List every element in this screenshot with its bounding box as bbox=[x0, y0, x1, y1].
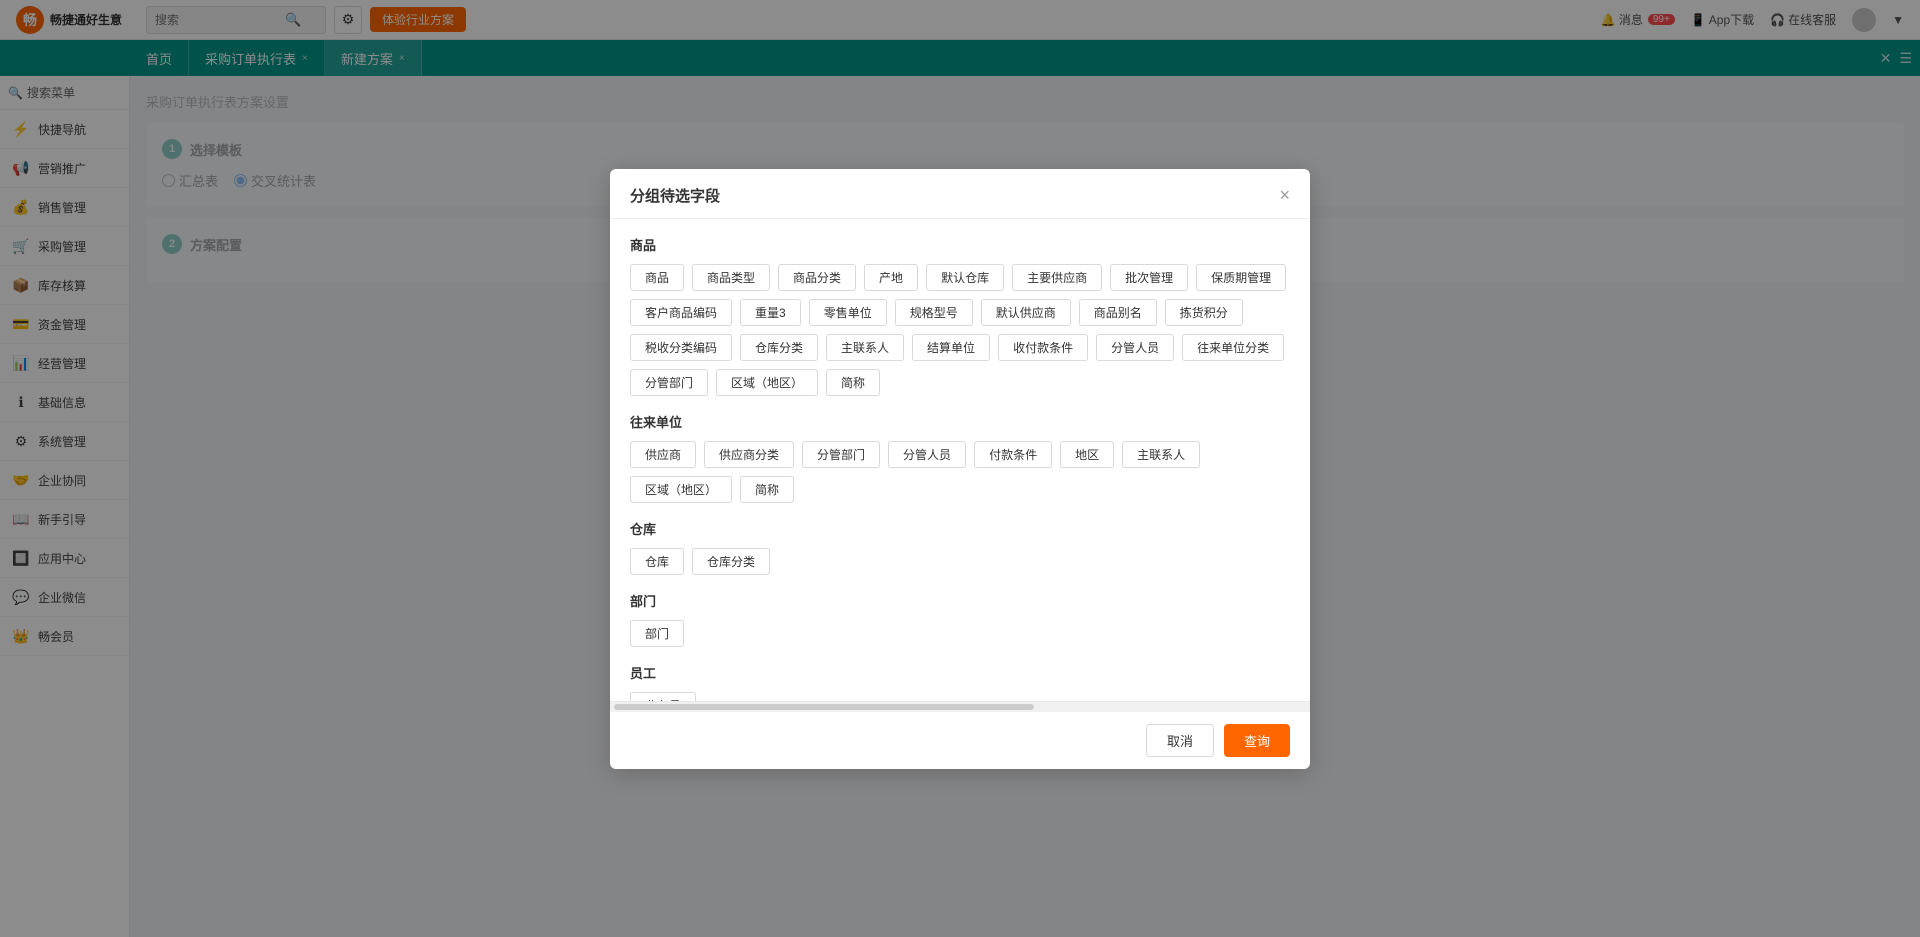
field-tag[interactable]: 供应商 bbox=[630, 441, 696, 468]
field-tag[interactable]: 仓库分类 bbox=[740, 334, 818, 361]
field-tag[interactable]: 产地 bbox=[864, 264, 918, 291]
field-tag[interactable]: 规格型号 bbox=[895, 299, 973, 326]
field-tag[interactable]: 收付款条件 bbox=[998, 334, 1088, 361]
section-warehouse-tags: 仓库 仓库分类 bbox=[630, 548, 1290, 575]
section-warehouse: 仓库 仓库 仓库分类 bbox=[630, 519, 1290, 575]
field-tag[interactable]: 主要供应商 bbox=[1012, 264, 1102, 291]
field-tag[interactable]: 批次管理 bbox=[1110, 264, 1188, 291]
field-tag[interactable]: 商品 bbox=[630, 264, 684, 291]
field-tag[interactable]: 区域（地区） bbox=[630, 476, 732, 503]
field-tag[interactable]: 主联系人 bbox=[1122, 441, 1200, 468]
field-tag[interactable]: 分管部门 bbox=[630, 369, 708, 396]
field-tag[interactable]: 付款条件 bbox=[974, 441, 1052, 468]
section-goods-title: 商品 bbox=[630, 235, 1290, 254]
modal-overlay: 分组待选字段 × 商品 商品 商品类型 商品分类 产地 默认仓库 主要供应商 批… bbox=[0, 0, 1920, 937]
field-tag[interactable]: 税收分类编码 bbox=[630, 334, 732, 361]
field-tag[interactable]: 仓库 bbox=[630, 548, 684, 575]
field-select-modal: 分组待选字段 × 商品 商品 商品类型 商品分类 产地 默认仓库 主要供应商 批… bbox=[610, 169, 1310, 769]
section-employee-tags: 业务员 bbox=[630, 692, 1290, 701]
field-tag[interactable]: 零售单位 bbox=[809, 299, 887, 326]
section-partner-title: 往来单位 bbox=[630, 412, 1290, 431]
section-department: 部门 部门 bbox=[630, 591, 1290, 647]
modal-hscroll-thumb bbox=[614, 704, 1034, 710]
field-tag[interactable]: 地区 bbox=[1060, 441, 1114, 468]
field-tag[interactable]: 重量3 bbox=[740, 299, 801, 326]
field-tag[interactable]: 默认供应商 bbox=[981, 299, 1071, 326]
field-tag[interactable]: 拣货积分 bbox=[1165, 299, 1243, 326]
field-tag[interactable]: 供应商分类 bbox=[704, 441, 794, 468]
field-tag[interactable]: 区域（地区） bbox=[716, 369, 818, 396]
modal-title: 分组待选字段 bbox=[630, 185, 720, 206]
section-partner-tags: 供应商 供应商分类 分管部门 分管人员 付款条件 地区 主联系人 区域（地区） … bbox=[630, 441, 1290, 503]
field-tag[interactable]: 往来单位分类 bbox=[1182, 334, 1284, 361]
section-department-tags: 部门 bbox=[630, 620, 1290, 647]
section-warehouse-title: 仓库 bbox=[630, 519, 1290, 538]
modal-body: 商品 商品 商品类型 商品分类 产地 默认仓库 主要供应商 批次管理 保质期管理… bbox=[610, 219, 1310, 701]
modal-hscrollbar[interactable] bbox=[610, 701, 1310, 711]
field-tag[interactable]: 保质期管理 bbox=[1196, 264, 1286, 291]
field-tag[interactable]: 仓库分类 bbox=[692, 548, 770, 575]
cancel-button[interactable]: 取消 bbox=[1146, 724, 1214, 757]
field-tag[interactable]: 部门 bbox=[630, 620, 684, 647]
field-tag[interactable]: 商品别名 bbox=[1079, 299, 1157, 326]
modal-footer: 取消 查询 bbox=[610, 711, 1310, 769]
section-goods: 商品 商品 商品类型 商品分类 产地 默认仓库 主要供应商 批次管理 保质期管理… bbox=[630, 235, 1290, 396]
modal-header: 分组待选字段 × bbox=[610, 169, 1310, 219]
field-tag[interactable]: 商品类型 bbox=[692, 264, 770, 291]
section-goods-tags: 商品 商品类型 商品分类 产地 默认仓库 主要供应商 批次管理 保质期管理 客户… bbox=[630, 264, 1290, 396]
field-tag[interactable]: 默认仓库 bbox=[926, 264, 1004, 291]
field-tag[interactable]: 简称 bbox=[740, 476, 794, 503]
field-tag[interactable]: 分管人员 bbox=[1096, 334, 1174, 361]
field-tag[interactable]: 商品分类 bbox=[778, 264, 856, 291]
section-employee-title: 员工 bbox=[630, 663, 1290, 682]
confirm-button[interactable]: 查询 bbox=[1224, 724, 1290, 757]
field-tag[interactable]: 结算单位 bbox=[912, 334, 990, 361]
field-tag[interactable]: 业务员 bbox=[630, 692, 696, 701]
field-tag[interactable]: 简称 bbox=[826, 369, 880, 396]
section-partner: 往来单位 供应商 供应商分类 分管部门 分管人员 付款条件 地区 主联系人 区域… bbox=[630, 412, 1290, 503]
section-department-title: 部门 bbox=[630, 591, 1290, 610]
field-tag[interactable]: 分管部门 bbox=[802, 441, 880, 468]
field-tag[interactable]: 主联系人 bbox=[826, 334, 904, 361]
section-employee: 员工 业务员 bbox=[630, 663, 1290, 701]
field-tag[interactable]: 客户商品编码 bbox=[630, 299, 732, 326]
modal-close-icon[interactable]: × bbox=[1279, 186, 1290, 204]
field-tag[interactable]: 分管人员 bbox=[888, 441, 966, 468]
